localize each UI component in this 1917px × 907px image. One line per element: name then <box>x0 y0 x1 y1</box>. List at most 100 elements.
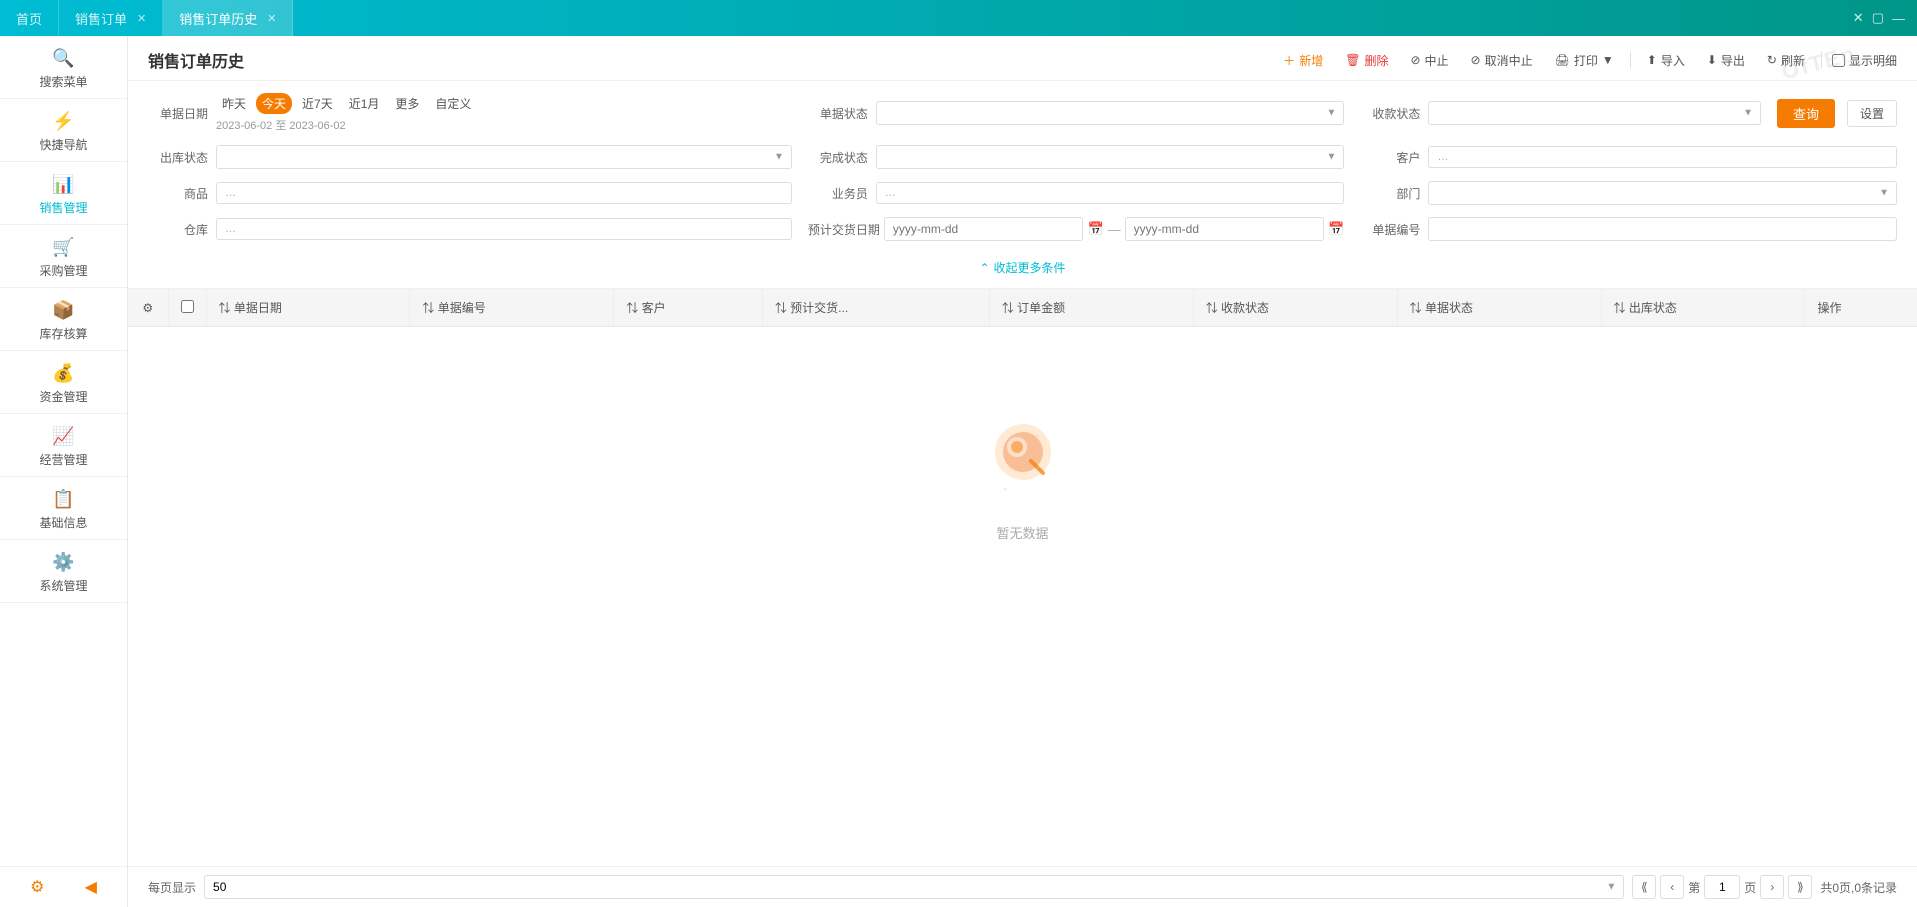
tab-sales-order-history[interactable]: 销售订单历史 ✕ <box>163 0 293 36</box>
sidebar-item-system[interactable]: ⚙️ 系统管理 <box>0 540 127 603</box>
page-first-button[interactable]: ⟪ <box>1632 875 1656 899</box>
sidebar-item-basic-info-label: 基础信息 <box>39 514 87 531</box>
add-icon: ＋ <box>1283 52 1295 69</box>
filter-date-item: 单据日期 昨天 今天 近7天 近1月 更多 自定义 2023-06-02 至 2… <box>148 93 792 133</box>
page-next-button[interactable]: › <box>1760 875 1784 899</box>
stop-label: 中止 <box>1425 52 1449 69</box>
th-amount[interactable]: ⇅ 订单金额 <box>989 289 1193 327</box>
print-label: 打印 <box>1574 52 1598 69</box>
th-order-status[interactable]: ⇅ 单据状态 <box>1397 289 1601 327</box>
select-all-checkbox[interactable] <box>181 300 194 313</box>
date-tab-custom[interactable]: 自定义 <box>429 93 477 114</box>
query-button[interactable]: 查询 <box>1777 99 1835 128</box>
tab-sales-order[interactable]: 销售订单 ✕ <box>59 0 163 36</box>
display-detail-label[interactable]: 显示明细 <box>1832 52 1897 69</box>
salesperson-label: 业务员 <box>808 185 868 202</box>
order-number-input[interactable] <box>1428 217 1897 241</box>
th-outbound-status[interactable]: ⇅ 出库状态 <box>1601 289 1805 327</box>
main-layout: 🔍 搜索菜单 ⚡ 快捷导航 📊 销售管理 🛒 采购管理 📦 库存核算 💰 资金管… <box>0 36 1917 907</box>
sidebar-item-sales[interactable]: 📊 销售管理 <box>0 162 127 225</box>
import-button[interactable]: ⬆ 导入 <box>1641 49 1691 72</box>
topbar-close-icon[interactable]: ✕ <box>1853 10 1864 26</box>
date-tabs: 昨天 今天 近7天 近1月 更多 自定义 <box>216 93 792 114</box>
sidebar-item-purchase[interactable]: 🛒 采购管理 <box>0 225 127 288</box>
per-page-select[interactable]: 20 50 100 <box>204 875 1624 899</box>
delete-button[interactable]: 🗑 删除 <box>1339 49 1394 72</box>
th-gear[interactable]: ⚙ <box>128 289 168 327</box>
refresh-button[interactable]: ↻ 刷新 <box>1761 49 1811 72</box>
export-button[interactable]: ⬇ 导出 <box>1701 49 1751 72</box>
date-tab-yesterday[interactable]: 昨天 <box>216 93 252 114</box>
department-select-wrapper: ▼ <box>1428 181 1897 205</box>
print-icon: 🖨 <box>1555 53 1570 67</box>
cancel-stop-button[interactable]: ⊘ 取消中止 <box>1465 49 1539 72</box>
date-tab-today[interactable]: 今天 <box>256 93 292 114</box>
sidebar-item-inventory[interactable]: 📦 库存核算 <box>0 288 127 351</box>
settings-button[interactable]: 设置 <box>1847 100 1897 127</box>
tab-home[interactable]: 首页 <box>0 0 59 36</box>
th-delivery-label: ⇅ 预计交货... <box>775 301 848 315</box>
th-number-label: ⇅ 单据编号 <box>422 301 485 315</box>
th-payment-status[interactable]: ⇅ 收款状态 <box>1193 289 1397 327</box>
total-info: 共0页,0条记录 <box>1820 879 1897 896</box>
warehouse-input[interactable]: … <box>216 218 792 240</box>
page-last-button[interactable]: ⟫ <box>1788 875 1812 899</box>
svg-text:~: ~ <box>1003 485 1008 494</box>
sidebar-collapse-icon[interactable]: ◀ <box>85 877 97 897</box>
delivery-date-start-input[interactable] <box>884 217 1084 241</box>
add-button[interactable]: ＋ 新增 <box>1277 49 1329 72</box>
date-range: 2023-06-02 至 2023-06-02 <box>216 117 792 133</box>
customer-input[interactable]: … <box>1428 146 1897 168</box>
th-operation: 操作 <box>1805 289 1917 327</box>
th-customer-label: ⇅ 客户 <box>626 301 665 315</box>
operations-icon: 📈 <box>52 426 74 447</box>
payment-status-select[interactable] <box>1428 101 1761 125</box>
outbound-status-select[interactable] <box>216 145 792 169</box>
outbound-status-select-wrapper: ▼ <box>216 145 792 169</box>
sidebar-item-search[interactable]: 🔍 搜索菜单 <box>0 36 127 99</box>
th-delivery[interactable]: ⇅ 预计交货... <box>762 289 989 327</box>
delete-icon: 🗑 <box>1345 53 1360 67</box>
calendar-end-icon[interactable]: 📅 <box>1328 221 1344 237</box>
top-bar-right: ✕ ▢ — <box>1841 10 1917 26</box>
sidebar-item-operations-label: 经营管理 <box>39 451 87 468</box>
delivery-date-end-input[interactable] <box>1125 217 1325 241</box>
th-date[interactable]: ⇅ 单据日期 <box>206 289 410 327</box>
salesperson-input[interactable]: … <box>876 182 1345 204</box>
stop-button[interactable]: ⊘ 中止 <box>1404 49 1454 72</box>
th-checkbox[interactable] <box>168 289 206 327</box>
print-button[interactable]: 🖨 打印 ▼ <box>1549 49 1620 72</box>
tab-sales-order-close[interactable]: ✕ <box>137 12 146 25</box>
customer-dots: … <box>1437 151 1448 163</box>
sidebar-item-quick-nav[interactable]: ⚡ 快捷导航 <box>0 99 127 162</box>
empty-state: ~ ~ 暂无数据 <box>128 327 1917 622</box>
date-tab-more[interactable]: 更多 <box>389 93 425 114</box>
th-customer[interactable]: ⇅ 客户 <box>614 289 763 327</box>
topbar-restore-icon[interactable]: ▢ <box>1872 10 1884 26</box>
display-detail-checkbox[interactable] <box>1832 54 1845 67</box>
refresh-icon: ↻ <box>1767 53 1777 67</box>
page-prev-button[interactable]: ‹ <box>1660 875 1684 899</box>
tab-sales-order-label: 销售订单 <box>75 9 127 28</box>
date-tab-1month[interactable]: 近1月 <box>343 93 386 114</box>
sidebar-item-basic-info[interactable]: 📋 基础信息 <box>0 477 127 540</box>
sidebar-item-finance[interactable]: 💰 资金管理 <box>0 351 127 414</box>
toolbar: ＋ 新增 🗑 删除 ⊘ 中止 ⊘ 取消中止 🖨 打印 <box>1277 49 1897 72</box>
date-tab-7days[interactable]: 近7天 <box>296 93 339 114</box>
topbar-minimize-icon[interactable]: — <box>1892 11 1905 26</box>
sidebar-item-purchase-label: 采购管理 <box>39 262 87 279</box>
sidebar-item-operations[interactable]: 📈 经营管理 <box>0 414 127 477</box>
top-bar: 首页 销售订单 ✕ 销售订单历史 ✕ ✕ ▢ — OfTEn <box>0 0 1917 36</box>
order-status-select[interactable] <box>876 101 1345 125</box>
completion-status-select[interactable] <box>876 145 1345 169</box>
tab-home-label: 首页 <box>16 9 42 28</box>
th-operation-label: 操作 <box>1817 301 1841 315</box>
tab-sales-order-history-close[interactable]: ✕ <box>267 12 276 25</box>
sidebar-settings-icon[interactable]: ⚙ <box>30 877 44 897</box>
collapse-button[interactable]: ⌃ 收起更多条件 <box>979 259 1065 276</box>
calendar-start-icon[interactable]: 📅 <box>1087 221 1103 237</box>
product-input[interactable]: … <box>216 182 792 204</box>
page-number-input[interactable] <box>1704 875 1740 899</box>
department-select[interactable] <box>1428 181 1897 205</box>
th-number[interactable]: ⇅ 单据编号 <box>410 289 614 327</box>
